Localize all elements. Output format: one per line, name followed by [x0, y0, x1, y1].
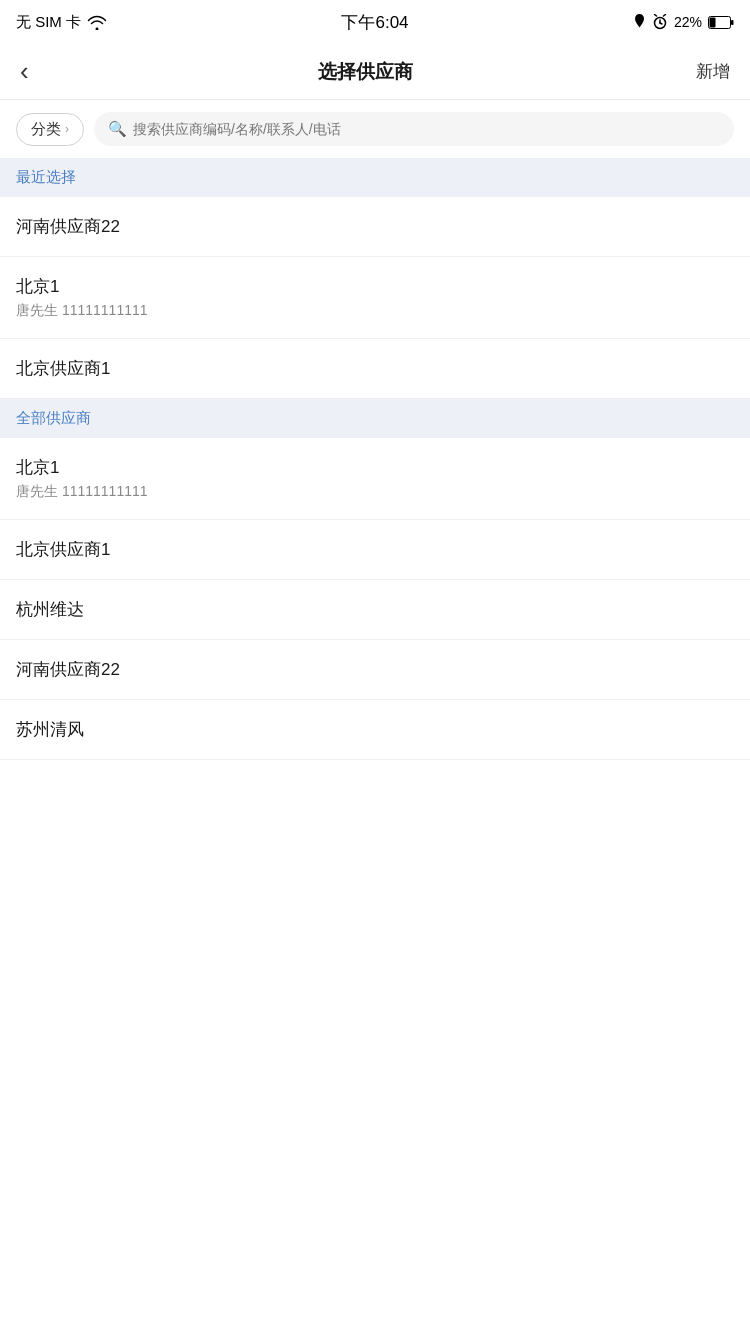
item-name: 北京1: [16, 456, 734, 479]
item-name: 苏州清风: [16, 718, 734, 741]
category-filter-button[interactable]: 分类 ›: [16, 113, 84, 146]
battery-text: 22%: [674, 14, 702, 30]
status-bar: 无 SIM 卡 下午6:04 22%: [0, 0, 750, 44]
recent-section-header: 最近选择: [0, 158, 750, 197]
category-label: 分类: [31, 120, 61, 139]
svg-line-3: [654, 15, 656, 17]
nav-bar: ‹ 选择供应商 新增: [0, 44, 750, 100]
list-item[interactable]: 北京供应商1: [0, 520, 750, 580]
svg-line-2: [660, 23, 662, 24]
item-name: 河南供应商22: [16, 215, 734, 238]
wifi-icon: [87, 15, 107, 30]
list-item[interactable]: 河南供应商22: [0, 640, 750, 700]
item-name: 杭州维达: [16, 598, 734, 621]
status-time: 下午6:04: [341, 11, 408, 34]
list-item[interactable]: 北京供应商1: [0, 339, 750, 399]
svg-rect-7: [731, 20, 734, 25]
svg-rect-6: [710, 17, 716, 27]
item-name: 北京1: [16, 275, 734, 298]
item-name: 河南供应商22: [16, 658, 734, 681]
new-action-button[interactable]: 新增: [670, 60, 730, 83]
list-item[interactable]: 杭州维达: [0, 580, 750, 640]
status-right: 22%: [633, 14, 734, 30]
search-box[interactable]: 🔍: [94, 112, 734, 146]
all-section-header: 全部供应商: [0, 399, 750, 438]
page-title: 选择供应商: [60, 59, 670, 85]
search-input[interactable]: [133, 121, 720, 137]
list-item[interactable]: 北京1 唐先生 11111111111: [0, 438, 750, 520]
location-icon: [633, 14, 646, 30]
list-item[interactable]: 苏州清风: [0, 700, 750, 760]
search-icon: 🔍: [108, 120, 127, 138]
item-sub: 唐先生 11111111111: [16, 302, 734, 320]
item-name: 北京供应商1: [16, 357, 734, 380]
filter-bar: 分类 › 🔍: [0, 100, 750, 158]
svg-line-4: [663, 15, 665, 17]
list-item[interactable]: 北京1 唐先生 11111111111: [0, 257, 750, 339]
all-list: 北京1 唐先生 11111111111 北京供应商1 杭州维达河南供应商22 苏州清风: [0, 438, 750, 760]
alarm-icon: [652, 14, 668, 30]
no-sim-text: 无 SIM 卡: [16, 13, 81, 32]
recent-list: 河南供应商22 北京1 唐先生 11111111111 北京供应商1: [0, 197, 750, 399]
list-item[interactable]: 河南供应商22: [0, 197, 750, 257]
battery-icon: [708, 16, 734, 29]
status-left: 无 SIM 卡: [16, 13, 107, 32]
item-name: 北京供应商1: [16, 538, 734, 561]
back-button[interactable]: ‹: [20, 56, 60, 87]
item-sub: 唐先生 11111111111: [16, 483, 734, 501]
chevron-right-icon: ›: [65, 122, 69, 136]
